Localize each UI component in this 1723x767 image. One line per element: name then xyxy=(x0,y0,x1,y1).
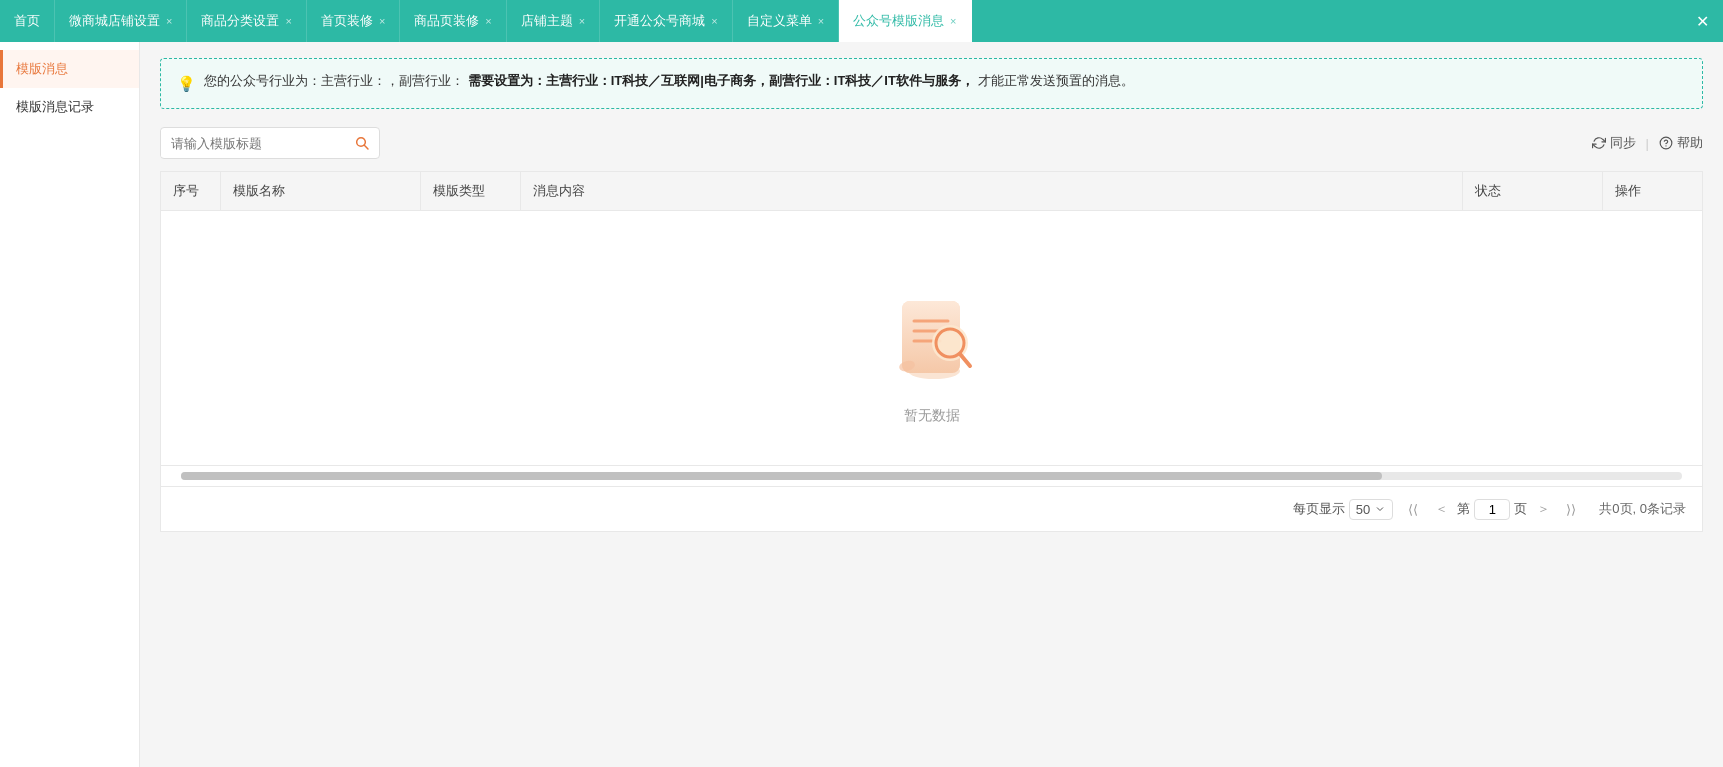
toolbar-right: 同步 | 帮助 xyxy=(1592,134,1703,152)
tab-category-label: 商品分类设置 xyxy=(201,12,279,30)
col-action: 操作 xyxy=(1603,172,1703,211)
tab-product-decor[interactable]: 商品页装修 × xyxy=(400,0,506,42)
tab-wechat-shop[interactable]: 微商城店铺设置 × xyxy=(55,0,187,42)
empty-state: 暂无数据 xyxy=(161,211,1702,465)
svg-line-12 xyxy=(960,354,970,366)
next-page-button[interactable]: ＞ xyxy=(1531,497,1555,521)
page-label-pre: 第 xyxy=(1457,500,1470,518)
tab-home[interactable]: 首页 xyxy=(0,0,55,42)
empty-row: 暂无数据 xyxy=(161,211,1703,466)
scrollbar-track[interactable] xyxy=(181,472,1682,480)
scrollbar-thumb[interactable] xyxy=(181,472,1382,480)
tab-open-mall[interactable]: 开通公众号商城 × xyxy=(600,0,732,42)
empty-text: 暂无数据 xyxy=(904,407,960,425)
search-input[interactable] xyxy=(161,130,346,157)
close-all-button[interactable]: ✕ xyxy=(1682,12,1723,31)
tab-wechat-shop-label: 微商城店铺设置 xyxy=(69,12,160,30)
data-table: 序号 模版名称 模版类型 消息内容 状态 操作 xyxy=(160,171,1703,466)
tab-template-msg[interactable]: 公众号模版消息 × xyxy=(839,0,971,42)
pagination: 每页显示 50 ⟨⟨ ＜ 第 页 ＞ ⟩⟩ 共0页, 0条记录 xyxy=(160,487,1703,532)
tab-home-decor-close[interactable]: × xyxy=(379,15,385,27)
search-bar: 同步 | 帮助 xyxy=(160,127,1703,159)
main-layout: 模版消息 模版消息记录 💡 您的公众号行业为：主营行业：，副营行业： 需要设置为… xyxy=(0,42,1723,767)
tab-product-decor-label: 商品页装修 xyxy=(414,12,479,30)
col-index: 序号 xyxy=(161,172,221,211)
first-page-button[interactable]: ⟨⟨ xyxy=(1401,497,1425,521)
tab-template-msg-label: 公众号模版消息 xyxy=(853,12,944,30)
tab-home-decor[interactable]: 首页装修 × xyxy=(307,0,400,42)
main-content: 💡 您的公众号行业为：主营行业：，副营行业： 需要设置为：主营行业：IT科技／互… xyxy=(140,42,1723,767)
sidebar-item-template-record[interactable]: 模版消息记录 xyxy=(0,88,139,126)
search-button[interactable] xyxy=(346,128,378,158)
prev-page-button[interactable]: ＜ xyxy=(1429,497,1453,521)
notice-highlight: 需要设置为：主营行业：IT科技／互联网|电子商务，副营行业：IT科技／IT软件与… xyxy=(468,73,974,88)
page-size-dropdown[interactable]: 50 xyxy=(1349,499,1393,520)
tab-custom-menu[interactable]: 自定义菜单 × xyxy=(733,0,839,42)
notice-box: 💡 您的公众号行业为：主营行业：，副营行业： 需要设置为：主营行业：IT科技／互… xyxy=(160,58,1703,109)
notice-icon: 💡 xyxy=(177,72,196,96)
search-input-wrap xyxy=(160,127,380,159)
page-number-input[interactable] xyxy=(1474,499,1510,520)
total-info: 共0页, 0条记录 xyxy=(1599,500,1686,518)
tab-shop-theme-close[interactable]: × xyxy=(579,15,585,27)
page-size-value: 50 xyxy=(1356,502,1370,517)
tab-home-label: 首页 xyxy=(14,12,40,30)
scrollbar-wrap xyxy=(160,466,1703,487)
tab-wechat-shop-close[interactable]: × xyxy=(166,15,172,27)
col-type: 模版类型 xyxy=(421,172,521,211)
tab-product-decor-close[interactable]: × xyxy=(485,15,491,27)
tab-category-close[interactable]: × xyxy=(285,15,291,27)
tab-custom-menu-label: 自定义菜单 xyxy=(747,12,812,30)
sidebar-item-template-msg[interactable]: 模版消息 xyxy=(0,50,139,88)
divider: | xyxy=(1646,136,1649,151)
notice-text: 您的公众号行业为：主营行业：，副营行业： 需要设置为：主营行业：IT科技／互联网… xyxy=(204,71,1134,92)
help-button[interactable]: 帮助 xyxy=(1659,134,1703,152)
tab-shop-theme-label: 店铺主题 xyxy=(521,12,573,30)
tab-home-decor-label: 首页装修 xyxy=(321,12,373,30)
sync-button[interactable]: 同步 xyxy=(1592,134,1636,152)
tab-open-mall-close[interactable]: × xyxy=(711,15,717,27)
col-name: 模版名称 xyxy=(221,172,421,211)
svg-line-1 xyxy=(364,145,368,149)
chevron-down-icon xyxy=(1374,503,1386,515)
col-content: 消息内容 xyxy=(521,172,1463,211)
tab-shop-theme[interactable]: 店铺主题 × xyxy=(507,0,600,42)
page-nav: ⟨⟨ ＜ 第 页 ＞ ⟩⟩ xyxy=(1401,497,1583,521)
tab-template-msg-close[interactable]: × xyxy=(950,15,956,27)
table-header-row: 序号 模版名称 模版类型 消息内容 状态 操作 xyxy=(161,172,1703,211)
tab-open-mall-label: 开通公众号商城 xyxy=(614,12,705,30)
tab-category[interactable]: 商品分类设置 × xyxy=(187,0,306,42)
page-size-label: 每页显示 xyxy=(1293,500,1345,518)
page-size-select: 每页显示 50 xyxy=(1293,499,1393,520)
last-page-button[interactable]: ⟩⟩ xyxy=(1559,497,1583,521)
col-status: 状态 xyxy=(1463,172,1603,211)
sidebar: 模版消息 模版消息记录 xyxy=(0,42,140,767)
tab-custom-menu-close[interactable]: × xyxy=(818,15,824,27)
page-label-post: 页 xyxy=(1514,500,1527,518)
top-nav-bar: 首页 微商城店铺设置 × 商品分类设置 × 首页装修 × 商品页装修 × 店铺主… xyxy=(0,0,1723,42)
empty-illustration xyxy=(872,271,992,391)
